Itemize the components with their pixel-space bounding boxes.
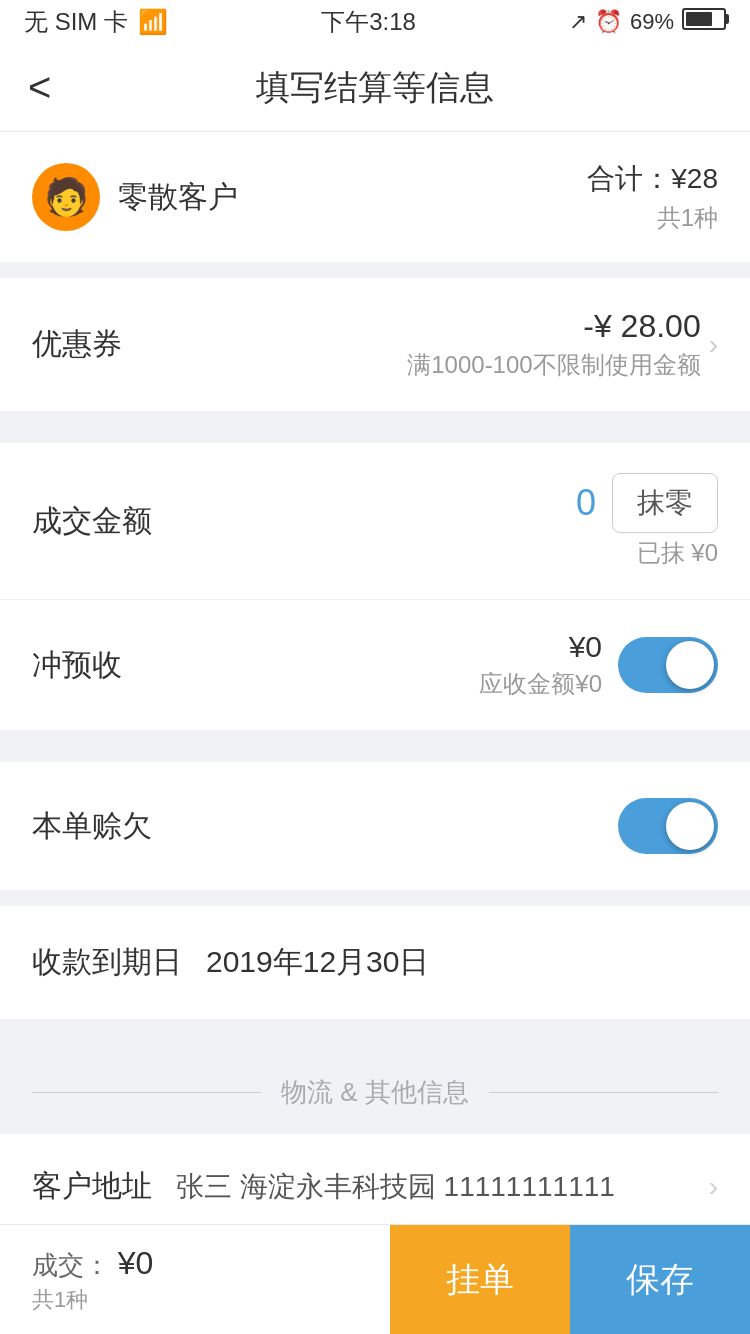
address-value: 张三 海淀永丰科技园 11111111111 (176, 1168, 701, 1206)
round-button[interactable]: 抹零 (612, 473, 718, 533)
bottom-deal-row: 成交： ¥0 (32, 1245, 358, 1283)
battery-percent: 69% (630, 9, 674, 35)
logistics-divider: 物流 & 其他信息 (0, 1051, 750, 1134)
prepay-amount: ¥0 (479, 630, 602, 664)
customer-avatar: 🧑 (32, 163, 100, 231)
transaction-right: 0 抹零 已抹 ¥0 (536, 473, 718, 569)
transaction-label: 成交金额 (32, 501, 152, 542)
transaction-row: 成交金额 0 抹零 已抹 ¥0 (0, 443, 750, 600)
status-right: ↗ ⏰ 69% (569, 8, 726, 36)
coupon-desc: 满1000-100不限制使用金额 (407, 349, 700, 381)
section-divider-2 (0, 746, 750, 762)
amount-input-area: 0 抹零 (536, 473, 718, 533)
prepay-label: 冲预收 (32, 645, 122, 686)
bottom-count: 共1种 (32, 1285, 358, 1315)
coupon-row[interactable]: 优惠券 -¥ 28.00 满1000-100不限制使用金额 › (0, 278, 750, 411)
address-label: 客户地址 (32, 1166, 152, 1207)
prepay-info: ¥0 应收金额¥0 (479, 630, 602, 700)
customer-left: 🧑 零散客户 (32, 163, 238, 231)
coupon-amount: -¥ 28.00 (407, 308, 700, 345)
credit-toggle-knob (666, 802, 714, 850)
back-button[interactable]: < (28, 65, 51, 110)
transaction-section: 成交金额 0 抹零 已抹 ¥0 冲预收 ¥0 应收金额¥0 (0, 443, 750, 730)
date-value: 2019年12月30日 (206, 942, 429, 983)
logistics-label: 物流 & 其他信息 (281, 1075, 469, 1110)
prepay-row: 冲预收 ¥0 应收金额¥0 (0, 600, 750, 730)
section-divider-1 (0, 427, 750, 443)
status-time: 下午3:18 (321, 6, 416, 38)
credit-row: 本单赊欠 (0, 762, 750, 890)
hold-button[interactable]: 挂单 (390, 1225, 570, 1335)
credit-section: 本单赊欠 (0, 762, 750, 890)
transaction-sub-text: 已抹 ¥0 (536, 537, 718, 569)
bottom-summary: 成交： ¥0 共1种 (0, 1245, 390, 1315)
date-row[interactable]: 收款到期日 2019年12月30日 (0, 906, 750, 1019)
section-divider-3 (0, 1035, 750, 1051)
chevron-right-icon: › (709, 329, 718, 361)
customer-count: 共1种 (587, 202, 718, 234)
customer-right: 合计：¥28 共1种 (587, 160, 718, 234)
nav-bar: < 填写结算等信息 (0, 44, 750, 132)
toggle-knob (666, 641, 714, 689)
bottom-deal-amount: ¥0 (118, 1245, 154, 1281)
date-label: 收款到期日 (32, 942, 182, 983)
coupon-row-right: -¥ 28.00 满1000-100不限制使用金额 › (407, 308, 718, 381)
customer-section: 🧑 零散客户 合计：¥28 共1种 (0, 132, 750, 262)
content-area: 🧑 零散客户 合计：¥28 共1种 优惠券 -¥ 28.00 满1000-100… (0, 132, 750, 1334)
address-chevron-icon: › (709, 1171, 718, 1203)
credit-label: 本单赊欠 (32, 806, 152, 847)
prepay-right: ¥0 应收金额¥0 (479, 630, 718, 700)
wifi-icon: 📶 (138, 8, 168, 36)
customer-name: 零散客户 (118, 177, 238, 218)
transaction-value[interactable]: 0 (536, 482, 596, 524)
customer-total: 合计：¥28 (587, 160, 718, 198)
nav-title: 填写结算等信息 (256, 65, 494, 111)
divider-line-left (32, 1092, 261, 1093)
location-icon: ↗ (569, 9, 587, 35)
coupon-section: 优惠券 -¥ 28.00 满1000-100不限制使用金额 › (0, 278, 750, 411)
prepay-sub: 应收金额¥0 (479, 668, 602, 700)
bottom-deal-label: 成交： (32, 1250, 110, 1280)
status-left: 无 SIM 卡 📶 (24, 6, 168, 38)
credit-toggle[interactable] (618, 798, 718, 854)
divider-line-right (489, 1092, 718, 1093)
alarm-icon: ⏰ (595, 9, 622, 35)
coupon-label: 优惠券 (32, 324, 122, 365)
bottom-bar: 成交： ¥0 共1种 挂单 保存 (0, 1224, 750, 1334)
avatar-icon: 🧑 (44, 176, 89, 218)
prepay-toggle[interactable] (618, 637, 718, 693)
status-bar: 无 SIM 卡 📶 下午3:18 ↗ ⏰ 69% (0, 0, 750, 44)
carrier-text: 无 SIM 卡 (24, 6, 128, 38)
coupon-info: -¥ 28.00 满1000-100不限制使用金额 (407, 308, 700, 381)
battery-icon (682, 8, 726, 36)
save-button[interactable]: 保存 (570, 1225, 750, 1335)
